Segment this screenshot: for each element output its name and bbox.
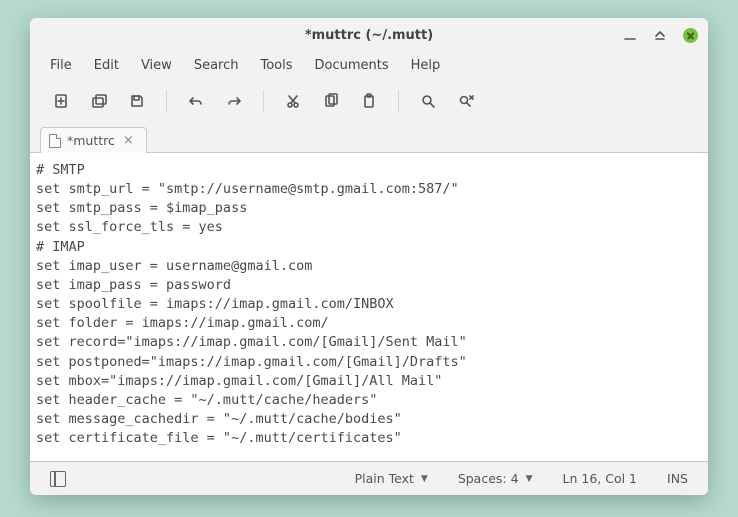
menubar: File Edit View Search Tools Documents He…	[30, 52, 708, 81]
indent-selector[interactable]: Spaces: 4 ▼	[452, 467, 539, 490]
cut-icon	[285, 93, 301, 109]
chevron-down-icon: ▼	[526, 474, 533, 484]
toolbar	[30, 81, 708, 123]
window-title: *muttrc (~/.mutt)	[305, 28, 433, 43]
editor-area[interactable]: # SMTP set smtp_url = "smtp://username@s…	[30, 153, 708, 461]
menu-search[interactable]: Search	[184, 54, 249, 77]
undo-button[interactable]	[179, 87, 213, 115]
save-button[interactable]	[120, 87, 154, 115]
copy-icon	[323, 93, 339, 109]
paste-button[interactable]	[352, 87, 386, 115]
side-panel-button[interactable]	[44, 467, 72, 491]
close-icon	[683, 28, 698, 43]
new-button[interactable]	[44, 87, 78, 115]
spaces-value: 4	[511, 471, 519, 486]
new-icon	[53, 93, 69, 109]
side-panel-icon	[50, 471, 66, 487]
language-label: Plain Text	[355, 471, 414, 486]
menu-edit[interactable]: Edit	[84, 54, 129, 77]
tab-label: *muttrc	[67, 133, 115, 148]
search-icon	[420, 93, 436, 109]
replace-button[interactable]	[449, 87, 483, 115]
cursor-label: Ln 16, Col 1	[563, 471, 638, 486]
separator	[166, 90, 167, 112]
titlebar: *muttrc (~/.mutt)	[30, 18, 708, 52]
menu-help[interactable]: Help	[401, 54, 451, 77]
tab-close-button[interactable]: ×	[121, 133, 136, 148]
open-button[interactable]	[82, 87, 116, 115]
maximize-button[interactable]	[652, 27, 668, 43]
close-button[interactable]	[682, 27, 698, 43]
document-icon	[49, 134, 61, 148]
save-icon	[129, 93, 145, 109]
language-selector[interactable]: Plain Text ▼	[349, 467, 434, 490]
separator	[263, 90, 264, 112]
menu-file[interactable]: File	[40, 54, 82, 77]
minimize-button[interactable]	[622, 27, 638, 43]
separator	[398, 90, 399, 112]
open-icon	[91, 93, 107, 109]
find-button[interactable]	[411, 87, 445, 115]
menu-view[interactable]: View	[131, 54, 182, 77]
statusbar: Plain Text ▼ Spaces: 4 ▼ Ln 16, Col 1 IN…	[30, 461, 708, 495]
chevron-down-icon: ▼	[421, 474, 428, 484]
tab-muttrc[interactable]: *muttrc ×	[40, 127, 147, 153]
insert-mode[interactable]: INS	[661, 467, 694, 490]
redo-icon	[226, 93, 242, 109]
minimize-icon	[622, 27, 638, 43]
menu-documents[interactable]: Documents	[305, 54, 399, 77]
undo-icon	[188, 93, 204, 109]
maximize-icon	[652, 27, 668, 43]
menu-tools[interactable]: Tools	[250, 54, 302, 77]
paste-icon	[361, 93, 377, 109]
cursor-position[interactable]: Ln 16, Col 1	[557, 467, 644, 490]
mode-label: INS	[667, 471, 688, 486]
copy-button[interactable]	[314, 87, 348, 115]
window-controls	[622, 18, 698, 52]
redo-button[interactable]	[217, 87, 251, 115]
tab-bar: *muttrc ×	[30, 123, 708, 153]
spaces-label: Spaces:	[458, 471, 507, 486]
replace-icon	[458, 93, 474, 109]
cut-button[interactable]	[276, 87, 310, 115]
app-window: *muttrc (~/.mutt) File Edit View Search …	[30, 18, 708, 495]
